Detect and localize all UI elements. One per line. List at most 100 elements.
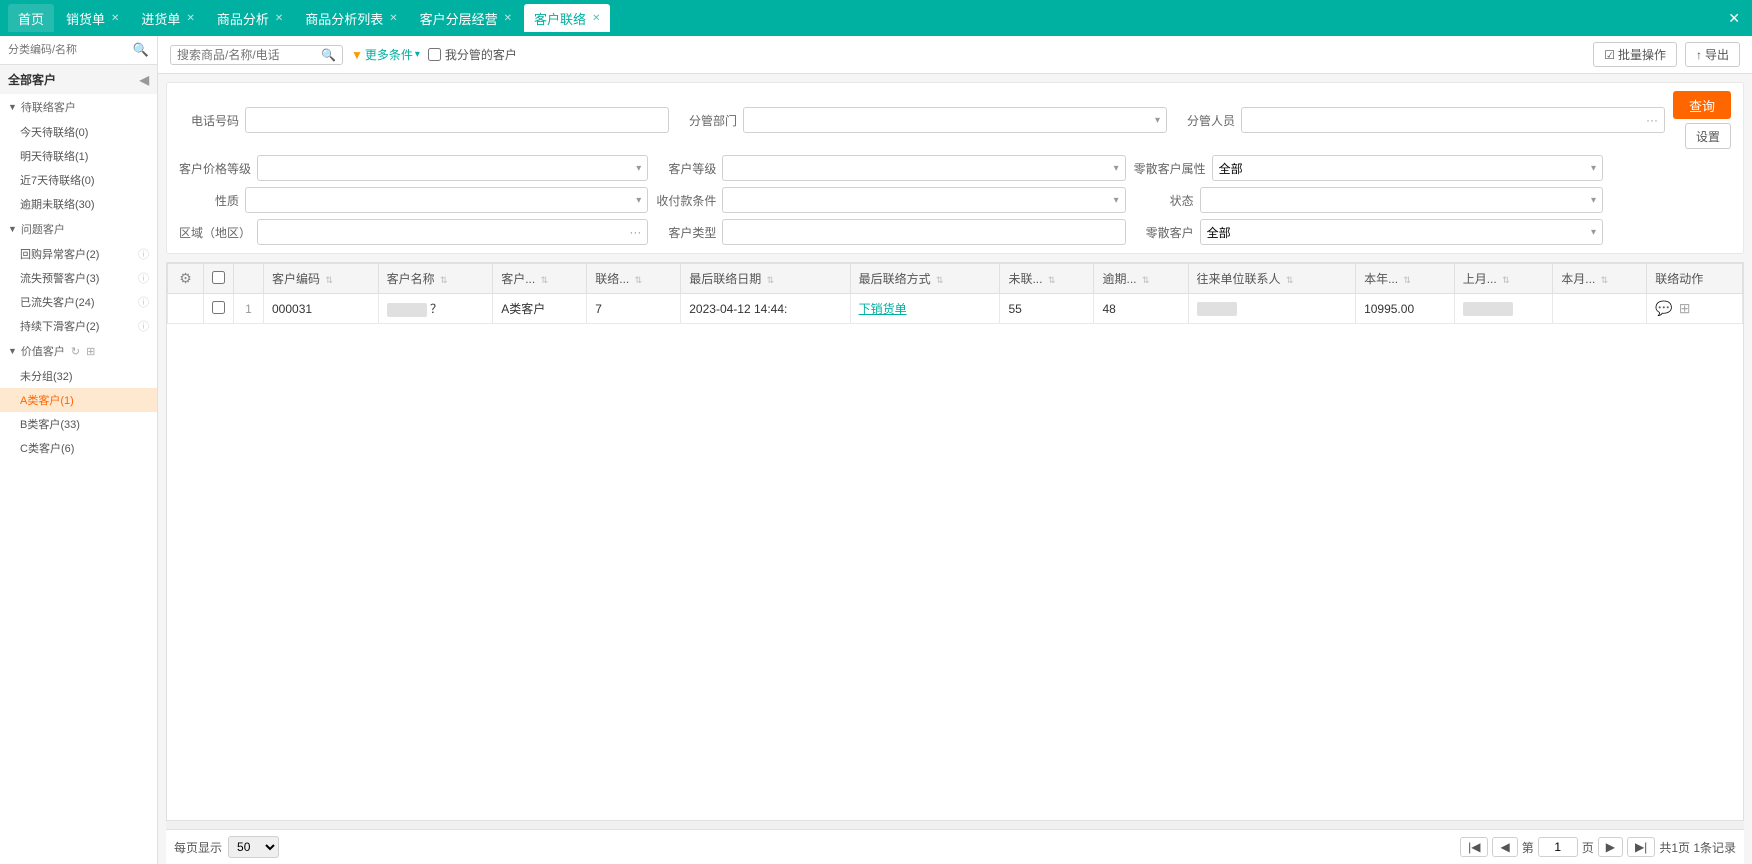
td-settings: [168, 294, 204, 324]
query-button[interactable]: 查询: [1673, 91, 1731, 119]
filter-search-input[interactable]: [177, 48, 317, 62]
status-select[interactable]: ▾: [1200, 187, 1603, 213]
th-last-month-sort: ⇅: [1502, 275, 1510, 285]
retail-attr-select[interactable]: 全部 ▾: [1212, 155, 1603, 181]
batch-ops-button[interactable]: ☑ 批量操作: [1593, 42, 1677, 67]
first-page-button[interactable]: |◀: [1460, 837, 1488, 857]
th-this-year[interactable]: 本年... ⇅: [1356, 264, 1455, 294]
my-customers-checkbox[interactable]: [428, 48, 441, 61]
next-page-button[interactable]: ▶: [1598, 837, 1623, 857]
th-last-month[interactable]: 上月... ⇅: [1454, 264, 1553, 294]
row-last-contact-method-link[interactable]: 下销货单: [859, 302, 907, 316]
th-name[interactable]: 客户名称 ⇅: [378, 264, 493, 294]
nav-home[interactable]: 首页: [8, 4, 54, 32]
dept-arrow-icon: ▾: [1155, 115, 1160, 126]
nav-goods-list[interactable]: 商品分析列表 ✕: [295, 4, 407, 32]
sidebar-item-today-pending[interactable]: 今天待联络(0): [0, 120, 157, 144]
nav-goods-list-close[interactable]: ✕: [389, 13, 397, 24]
nature-select[interactable]: ▾: [245, 187, 648, 213]
nav-purchase-close[interactable]: ✕: [186, 13, 194, 24]
manager-select[interactable]: ···: [1241, 107, 1665, 133]
th-unpaid[interactable]: 未联... ⇅: [1000, 264, 1094, 294]
prev-page-button[interactable]: ◀: [1492, 837, 1517, 857]
nav-goods-analysis[interactable]: 商品分析 ✕: [207, 4, 293, 32]
sidebar-item-class-c[interactable]: C类客户(6): [0, 436, 157, 460]
nature-label: 性质: [179, 192, 239, 209]
payment-terms-label: 收付款条件: [656, 192, 716, 209]
sidebar-all-customers[interactable]: 全部客户 ◀: [0, 65, 157, 94]
sidebar-section-value-label: 价值客户: [21, 343, 65, 359]
sidebar-section-problem-label: 问题客户: [21, 221, 65, 237]
nav-sales[interactable]: 销货单 ✕: [56, 4, 129, 32]
last-page-button[interactable]: ▶|: [1627, 837, 1655, 857]
nav-sales-close[interactable]: ✕: [111, 13, 119, 24]
action-icons-container: 💬 ⊞: [1655, 300, 1734, 317]
today-pending-label: 今天待联络(0): [20, 127, 88, 139]
value-refresh-icon[interactable]: ↻: [71, 345, 80, 358]
nav-customer-layer[interactable]: 客户分层经营 ✕: [410, 4, 522, 32]
payment-terms-select[interactable]: ▾: [722, 187, 1125, 213]
th-unit-contact[interactable]: 往来单位联系人 ⇅: [1188, 264, 1356, 294]
th-customer-type[interactable]: 客户... ⇅: [493, 264, 587, 294]
retail-customer-select[interactable]: 全部 ▾: [1200, 219, 1603, 245]
sidebar-item-overdue[interactable]: 逾期未联络(30): [0, 192, 157, 216]
th-overdue-sort: ⇅: [1142, 275, 1150, 285]
nav-goods-analysis-close[interactable]: ✕: [275, 13, 283, 24]
region-label: 区域（地区）: [179, 224, 251, 241]
th-overdue-label: 逾期...: [1102, 272, 1136, 286]
form-row-3: 性质 ▾ 收付款条件 ▾ 状态: [179, 187, 1731, 213]
sidebar-item-tomorrow-pending[interactable]: 明天待联络(1): [0, 144, 157, 168]
nav-customer-contact-close[interactable]: ✕: [592, 13, 600, 24]
dept-select[interactable]: ▾: [743, 107, 1167, 133]
th-last-contact-method[interactable]: 最后联络方式 ⇅: [850, 264, 1000, 294]
horizontal-scrollbar[interactable]: [166, 821, 1744, 829]
sidebar-item-churn-warning[interactable]: 流失预警客户(3) ⓘ: [0, 266, 157, 290]
export-button[interactable]: ↑ 导出: [1685, 42, 1740, 67]
select-all-checkbox[interactable]: [212, 271, 225, 284]
price-level-select[interactable]: ▾: [257, 155, 648, 181]
sidebar-item-churned[interactable]: 已流失客户(24) ⓘ: [0, 290, 157, 314]
sidebar-item-unclassified[interactable]: 未分组(32): [0, 364, 157, 388]
sidebar-item-week-pending[interactable]: 近7天待联络(0): [0, 168, 157, 192]
sidebar-section-problem[interactable]: ▼ 问题客户: [0, 216, 157, 242]
more-filters-button[interactable]: ▼ 更多条件 ▾: [351, 46, 420, 63]
region-select[interactable]: ···: [257, 219, 648, 245]
window-close-button[interactable]: ✕: [1724, 6, 1744, 31]
action-qr-icon[interactable]: ⊞: [1679, 300, 1691, 317]
nav-purchase[interactable]: 进货单 ✕: [131, 4, 204, 32]
nav-customer-contact[interactable]: 客户联络 ✕: [524, 4, 610, 32]
th-code[interactable]: 客户编码 ⇅: [264, 264, 379, 294]
nav-goods-list-label: 商品分析列表: [305, 9, 383, 28]
sidebar-item-class-b[interactable]: B类客户(33): [0, 412, 157, 436]
nav-customer-layer-close[interactable]: ✕: [504, 13, 512, 24]
page-number-input[interactable]: [1538, 837, 1578, 857]
sidebar-item-abnormal[interactable]: 回购异常客户(2) ⓘ: [0, 242, 157, 266]
sidebar-collapse-icon[interactable]: ◀: [140, 73, 149, 87]
th-this-month[interactable]: 本月... ⇅: [1553, 264, 1647, 294]
th-overdue[interactable]: 逾期... ⇅: [1094, 264, 1188, 294]
value-settings-icon[interactable]: ⊞: [86, 345, 95, 358]
nav-sales-label: 销货单: [66, 9, 105, 28]
customer-level-select[interactable]: ▾: [722, 155, 1125, 181]
td-unpaid: 55: [1000, 294, 1094, 324]
main-layout: 🔍 全部客户 ◀ ▼ 待联络客户 今天待联络(0) 明天待联络(1) 近7天待联…: [0, 36, 1752, 864]
td-name: ？: [378, 294, 493, 324]
td-index: 1: [234, 294, 264, 324]
table-gear-icon[interactable]: ⚙: [179, 270, 192, 286]
phone-input[interactable]: [245, 107, 669, 133]
sidebar-section-pending[interactable]: ▼ 待联络客户: [0, 94, 157, 120]
th-last-contact-date[interactable]: 最后联络日期 ⇅: [681, 264, 850, 294]
sidebar-section-value[interactable]: ▼ 价值客户 ↻ ⊞: [0, 338, 157, 364]
sidebar-search-input[interactable]: [8, 44, 129, 56]
per-page-select[interactable]: 50 100 200: [228, 836, 279, 858]
settings-button[interactable]: 设置: [1685, 123, 1731, 149]
th-contact-count[interactable]: 联络... ⇅: [587, 264, 681, 294]
th-this-year-label: 本年...: [1364, 272, 1398, 286]
row-unpaid-value: 55: [1008, 302, 1021, 316]
row-checkbox[interactable]: [212, 301, 225, 314]
sidebar-item-declining[interactable]: 持续下滑客户(2) ⓘ: [0, 314, 157, 338]
customer-type-select[interactable]: [722, 219, 1125, 245]
th-this-year-sort: ⇅: [1403, 275, 1411, 285]
sidebar-item-class-a[interactable]: A类客户(1): [0, 388, 157, 412]
action-message-icon[interactable]: 💬: [1655, 300, 1672, 317]
